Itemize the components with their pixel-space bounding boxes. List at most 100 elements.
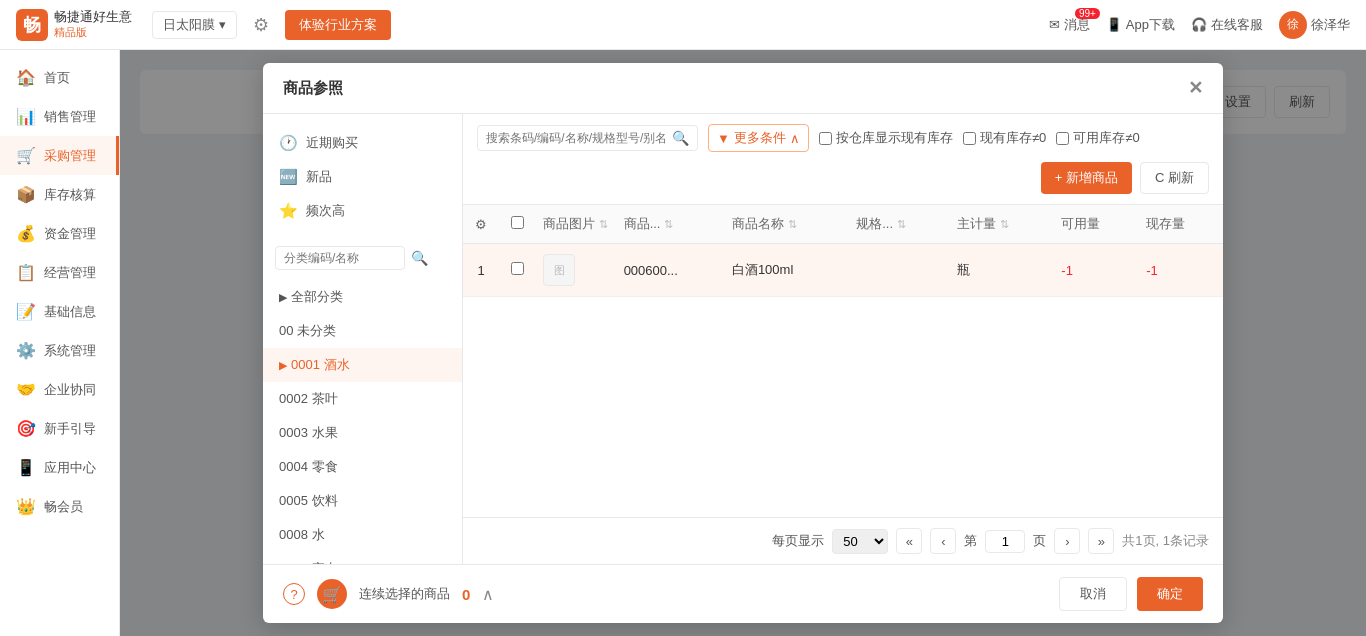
inventory-icon: 📦 xyxy=(16,185,36,204)
footer-right: 取消 确定 xyxy=(1059,577,1203,611)
more-filters-btn[interactable]: ▼ 更多条件 ∧ xyxy=(708,124,809,152)
sidebar-item-enterprise[interactable]: 🤝 企业协同 xyxy=(0,370,119,409)
nav-app-download[interactable]: 📱 App下载 xyxy=(1106,16,1175,34)
first-page-btn[interactable]: « xyxy=(896,528,922,554)
apps-icon: 📱 xyxy=(16,458,36,477)
sort-image-icon[interactable]: ⇅ xyxy=(599,218,608,230)
cat-0010[interactable]: 0010 家电 xyxy=(263,552,462,564)
table-toolbar: 🔍 ▼ 更多条件 ∧ 按仓库显示现有库存 xyxy=(463,114,1223,205)
show-stock-by-warehouse[interactable]: 按仓库显示现有库存 xyxy=(819,129,953,147)
sidebar-item-home[interactable]: 🏠 首页 xyxy=(0,58,119,97)
cancel-btn[interactable]: 取消 xyxy=(1059,577,1127,611)
logo-area: 畅 畅捷通好生意 精品版 xyxy=(16,9,132,41)
next-page-btn[interactable]: › xyxy=(1054,528,1080,554)
filter-icon: ▼ xyxy=(717,131,730,146)
experience-btn[interactable]: 体验行业方案 xyxy=(285,10,391,40)
sidebar-item-finance[interactable]: 💰 资金管理 xyxy=(0,214,119,253)
quick-frequent[interactable]: ⭐ 频次高 xyxy=(263,194,462,228)
avatar: 徐 xyxy=(1279,11,1307,39)
table-row[interactable]: 1 图 000600... 白酒100ml xyxy=(463,244,1223,297)
select-all-checkbox[interactable] xyxy=(511,216,524,229)
modal-footer: ? 🛒 连续选择的商品 0 ∧ 取消 确定 xyxy=(263,564,1223,623)
sort-unit-icon[interactable]: ⇅ xyxy=(1000,218,1009,230)
prev-page-btn[interactable]: ‹ xyxy=(930,528,956,554)
product-search-input[interactable] xyxy=(486,131,666,145)
product-search-icon[interactable]: 🔍 xyxy=(672,130,689,146)
row-checkbox-cell[interactable] xyxy=(499,244,535,297)
row-available: -1 xyxy=(1053,244,1138,297)
stock-nonzero-filter[interactable]: 现有库存≠0 xyxy=(963,129,1046,147)
cat-0005[interactable]: 0005 饮料 xyxy=(263,484,462,518)
category-search-icon[interactable]: 🔍 xyxy=(411,250,428,266)
sort-spec-icon[interactable]: ⇅ xyxy=(897,218,906,230)
quick-filters: 🕐 近期购买 🆕 新品 ⭐ 频次高 xyxy=(263,122,462,232)
available-nonzero-checkbox[interactable] xyxy=(1056,132,1069,145)
row-checkbox[interactable] xyxy=(511,262,524,275)
expand-all-icon: ▶ xyxy=(279,291,287,304)
quick-recent-purchase[interactable]: 🕐 近期购买 xyxy=(263,126,462,160)
row-no: 1 xyxy=(463,244,499,297)
settings-icon[interactable]: ⚙ xyxy=(253,14,269,36)
stock-nonzero-checkbox[interactable] xyxy=(963,132,976,145)
help-icon[interactable]: ? xyxy=(283,583,305,605)
right-panel: 🔍 ▼ 更多条件 ∧ 按仓库显示现有库存 xyxy=(463,114,1223,564)
modal-header: 商品参照 ✕ xyxy=(263,63,1223,114)
cat-0001[interactable]: ▶ 0001 酒水 xyxy=(263,348,462,382)
nav-user-menu[interactable]: 徐 徐泽华 xyxy=(1279,11,1350,39)
new-icon: 🆕 xyxy=(279,168,298,186)
nav-branch-selector[interactable]: 日太阳膜 ▾ xyxy=(152,11,237,39)
cat-0004[interactable]: 0004 零食 xyxy=(263,450,462,484)
toolbar-right: + 新增商品 C 刷新 xyxy=(1041,162,1209,194)
finance-icon: 💰 xyxy=(16,224,36,243)
sidebar-item-operations[interactable]: 📋 经营管理 xyxy=(0,253,119,292)
col-settings[interactable]: ⚙ xyxy=(463,205,499,244)
sort-name-icon[interactable]: ⇅ xyxy=(788,218,797,230)
available-nonzero-filter[interactable]: 可用库存≠0 xyxy=(1056,129,1139,147)
sidebar-item-system[interactable]: ⚙️ 系统管理 xyxy=(0,331,119,370)
col-select-all[interactable] xyxy=(499,205,535,244)
main-layout: 🏠 首页 📊 销售管理 🛒 采购管理 📦 库存核算 💰 资金管理 📋 经营管理 … xyxy=(0,50,1366,636)
expand-0001-icon: ▶ xyxy=(279,359,287,372)
page-label: 第 xyxy=(964,532,977,550)
pagination: 每页显示 50 10 20 100 « ‹ 第 页 xyxy=(463,517,1223,564)
warehouse-stock-checkbox[interactable] xyxy=(819,132,832,145)
refresh-btn[interactable]: C 刷新 xyxy=(1140,162,1209,194)
cart-icon[interactable]: 🛒 xyxy=(317,579,347,609)
sidebar-item-apps[interactable]: 📱 应用中心 xyxy=(0,448,119,487)
last-page-btn[interactable]: » xyxy=(1088,528,1114,554)
cat-0008[interactable]: 0008 水 xyxy=(263,518,462,552)
row-name: 白酒100ml xyxy=(724,244,848,297)
row-image: 图 xyxy=(535,244,616,297)
page-suffix: 页 xyxy=(1033,532,1046,550)
nav-online-service[interactable]: 🎧 在线客服 xyxy=(1191,16,1263,34)
membership-icon: 👑 xyxy=(16,497,36,516)
sidebar-item-membership[interactable]: 👑 畅会员 xyxy=(0,487,119,526)
sort-code-icon[interactable]: ⇅ xyxy=(664,218,673,230)
sidebar-item-sales[interactable]: 📊 销售管理 xyxy=(0,97,119,136)
sidebar-item-guide[interactable]: 🎯 新手引导 xyxy=(0,409,119,448)
nav-right: ✉ 消息 99+ 📱 App下载 🎧 在线客服 徐 徐泽华 xyxy=(1049,11,1350,39)
sidebar-item-basic-info[interactable]: 📝 基础信息 xyxy=(0,292,119,331)
modal-body: 🕐 近期购买 🆕 新品 ⭐ 频次高 xyxy=(263,114,1223,564)
left-panel: 🕐 近期购买 🆕 新品 ⭐ 频次高 xyxy=(263,114,463,564)
nav-message[interactable]: ✉ 消息 99+ xyxy=(1049,16,1090,34)
cat-0002[interactable]: 0002 茶叶 xyxy=(263,382,462,416)
per-page-select[interactable]: 50 10 20 100 xyxy=(832,529,888,554)
home-icon: 🏠 xyxy=(16,68,36,87)
confirm-btn[interactable]: 确定 xyxy=(1137,577,1203,611)
modal-overlay: 商品参照 ✕ 🕐 近期购买 🆕 xyxy=(120,50,1366,636)
cat-00[interactable]: 00 未分类 xyxy=(263,314,462,348)
per-page-label: 每页显示 xyxy=(772,532,824,550)
quick-new-products[interactable]: 🆕 新品 xyxy=(263,160,462,194)
category-search-row: 🔍 xyxy=(263,240,462,276)
collapse-icon[interactable]: ∧ xyxy=(482,585,494,604)
add-product-btn[interactable]: + 新增商品 xyxy=(1041,162,1132,194)
sidebar-item-inventory[interactable]: 📦 库存核算 xyxy=(0,175,119,214)
cat-0003[interactable]: 0003 水果 xyxy=(263,416,462,450)
category-search-input[interactable] xyxy=(275,246,405,270)
page-number-input[interactable] xyxy=(985,530,1025,553)
cat-all[interactable]: ▶ 全部分类 xyxy=(263,280,462,314)
sidebar-item-purchase[interactable]: 🛒 采购管理 xyxy=(0,136,119,175)
col-stock-header: 现存量 xyxy=(1138,205,1223,244)
modal-close-icon[interactable]: ✕ xyxy=(1188,77,1203,99)
